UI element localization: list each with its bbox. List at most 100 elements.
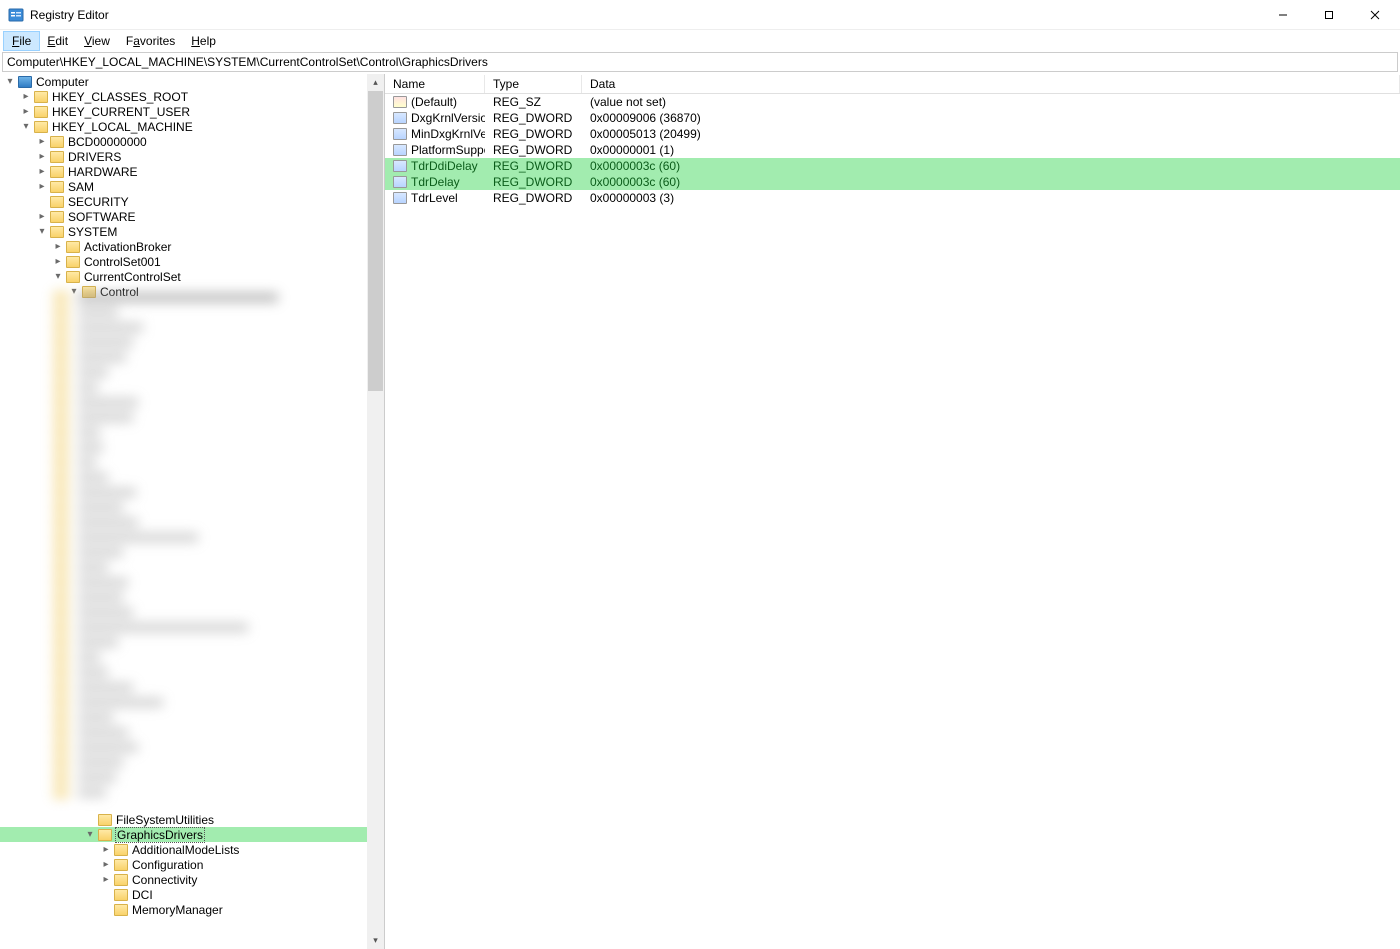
cell-type: REG_DWORD [485,175,582,189]
scroll-down-arrow-icon[interactable]: ▾ [367,932,384,949]
tree-label: BCD00000000 [68,135,147,149]
tree-node-hkcr[interactable]: ▸ HKEY_CLASSES_ROOT [0,89,367,104]
cell-name: TdrDelay [385,175,485,189]
chevron-right-icon[interactable]: ▸ [52,256,64,267]
tree-node-memorymanager[interactable]: ▸MemoryManager [0,902,367,917]
list-row[interactable]: TdrLevelREG_DWORD0x00000003 (3) [385,190,1400,206]
list-body: (Default)REG_SZ(value not set)DxgKrnlVer… [385,94,1400,206]
tree-label: CurrentControlSet [84,270,181,284]
folder-icon [98,829,112,841]
tree-label: SAM [68,180,94,194]
menu-favorites[interactable]: Favorites [118,32,183,50]
chevron-right-icon[interactable]: ▸ [36,166,48,177]
reg-dword-icon [393,160,407,172]
minimize-button[interactable] [1260,0,1306,30]
chevron-down-icon[interactable]: ▾ [68,286,80,297]
scroll-thumb[interactable] [368,91,383,391]
registry-tree[interactable]: ▾ Computer ▸ HKEY_CLASSES_ROOT ▸ HKEY_CU… [0,74,367,949]
chevron-down-icon[interactable]: ▾ [4,76,16,87]
folder-icon [50,211,64,223]
chevron-right-icon[interactable]: ▸ [52,241,64,252]
chevron-right-icon[interactable]: ▸ [100,844,112,855]
cell-name: (Default) [385,95,485,109]
tree-node-currentcontrolset[interactable]: ▾ CurrentControlSet [0,269,367,284]
tree-label: HKEY_LOCAL_MACHINE [52,120,193,134]
tree-node-dci[interactable]: ▸DCI [0,887,367,902]
titlebar: Registry Editor [0,0,1400,30]
tree-label: ActivationBroker [84,240,171,254]
tree-label: HARDWARE [68,165,138,179]
chevron-right-icon[interactable]: ▸ [36,211,48,222]
values-list[interactable]: Name Type Data (Default) REG_SZ(value not… [385,74,1400,949]
tree-node-drivers[interactable]: ▸DRIVERS [0,149,367,164]
tree-node-controlset001[interactable]: ▸ControlSet001 [0,254,367,269]
tree-node-bcd[interactable]: ▸ BCD00000000 [0,134,367,149]
column-header-type[interactable]: Type [485,75,582,93]
tree-node-additionalmodelists[interactable]: ▸AdditionalModeLists [0,842,367,857]
list-row[interactable]: MinDxgKrnlVersi...REG_DWORD0x00005013 (2… [385,126,1400,142]
tree-node-filesystemutilities[interactable]: ▸FileSystemUtilities [0,812,367,827]
tree-label: SECURITY [68,195,129,209]
tree-node-graphicsdrivers[interactable]: ▾ GraphicsDrivers [0,827,367,842]
chevron-down-icon[interactable]: ▾ [36,226,48,237]
tree-node-connectivity[interactable]: ▸ Connectivity [0,872,367,887]
close-button[interactable] [1352,0,1398,30]
tree-node-software[interactable]: ▸ SOFTWARE [0,209,367,224]
menu-file[interactable]: File [4,32,39,50]
tree-node-control[interactable]: ▾Control [0,284,367,299]
list-row[interactable]: (Default) REG_SZ(value not set) [385,94,1400,110]
menu-help[interactable]: Help [183,32,224,50]
address-bar[interactable]: Computer\HKEY_LOCAL_MACHINE\SYSTEM\Curre… [2,52,1398,72]
menu-edit[interactable]: Edit [39,32,76,50]
reg-dword-icon [393,176,407,188]
chevron-right-icon[interactable]: ▸ [100,859,112,870]
cell-data: 0x0000003c (60) [582,159,1400,173]
cell-type: REG_DWORD [485,127,582,141]
menubar: File Edit View Favorites Help [0,30,1400,52]
tree-label: SOFTWARE [68,210,136,224]
tree-node-security[interactable]: ▸SECURITY [0,194,367,209]
list-row[interactable]: DxgKrnlVersionREG_DWORD0x00009006 (36870… [385,110,1400,126]
tree-node-configuration[interactable]: ▸Configuration [0,857,367,872]
chevron-down-icon[interactable]: ▾ [20,121,32,132]
cell-name: TdrDdiDelay [385,159,485,173]
folder-icon [66,241,80,253]
maximize-button[interactable] [1306,0,1352,30]
scroll-up-arrow-icon[interactable]: ▴ [367,74,384,91]
column-header-name[interactable]: Name [385,75,485,93]
tree-node-hklm[interactable]: ▾ HKEY_LOCAL_MACHINE [0,119,367,134]
chevron-right-icon[interactable]: ▸ [20,106,32,117]
cell-type: REG_DWORD [485,191,582,205]
column-header-data[interactable]: Data [582,75,1400,93]
list-row[interactable]: TdrDdiDelayREG_DWORD0x0000003c (60) [385,158,1400,174]
tree-node-system[interactable]: ▾ SYSTEM [0,224,367,239]
value-name: MinDxgKrnlVersi... [411,127,485,141]
list-header: Name Type Data [385,74,1400,94]
value-name: (Default) [411,95,457,109]
chevron-right-icon[interactable]: ▸ [100,874,112,885]
chevron-down-icon[interactable]: ▾ [52,271,64,282]
list-row[interactable]: TdrDelayREG_DWORD0x0000003c (60) [385,174,1400,190]
tree-node-hkcu[interactable]: ▸ HKEY_CURRENT_USER [0,104,367,119]
list-row[interactable]: PlatformSupport...REG_DWORD0x00000001 (1… [385,142,1400,158]
tree-node-activationbroker[interactable]: ▸ ActivationBroker [0,239,367,254]
tree-label: Connectivity [132,873,197,887]
tree-label: SYSTEM [68,225,117,239]
chevron-right-icon[interactable]: ▸ [36,151,48,162]
folder-icon [50,181,64,193]
chevron-right-icon[interactable]: ▸ [20,91,32,102]
tree-scrollbar[interactable]: ▴ ▾ [367,74,384,949]
folder-icon [82,286,96,298]
cell-name: MinDxgKrnlVersi... [385,127,485,141]
cell-type: REG_SZ [485,95,582,109]
cell-name: DxgKrnlVersion [385,111,485,125]
chevron-right-icon[interactable]: ▸ [36,136,48,147]
chevron-right-icon[interactable]: ▸ [36,181,48,192]
tree-node-computer[interactable]: ▾ Computer [0,74,367,89]
chevron-down-icon[interactable]: ▾ [84,829,96,840]
tree-node-hardware[interactable]: ▸ HARDWARE [0,164,367,179]
menu-view[interactable]: View [76,32,118,50]
tree-node-sam[interactable]: ▸ SAM [0,179,367,194]
tree-label: HKEY_CURRENT_USER [52,105,190,119]
cell-data: (value not set) [582,95,1400,109]
